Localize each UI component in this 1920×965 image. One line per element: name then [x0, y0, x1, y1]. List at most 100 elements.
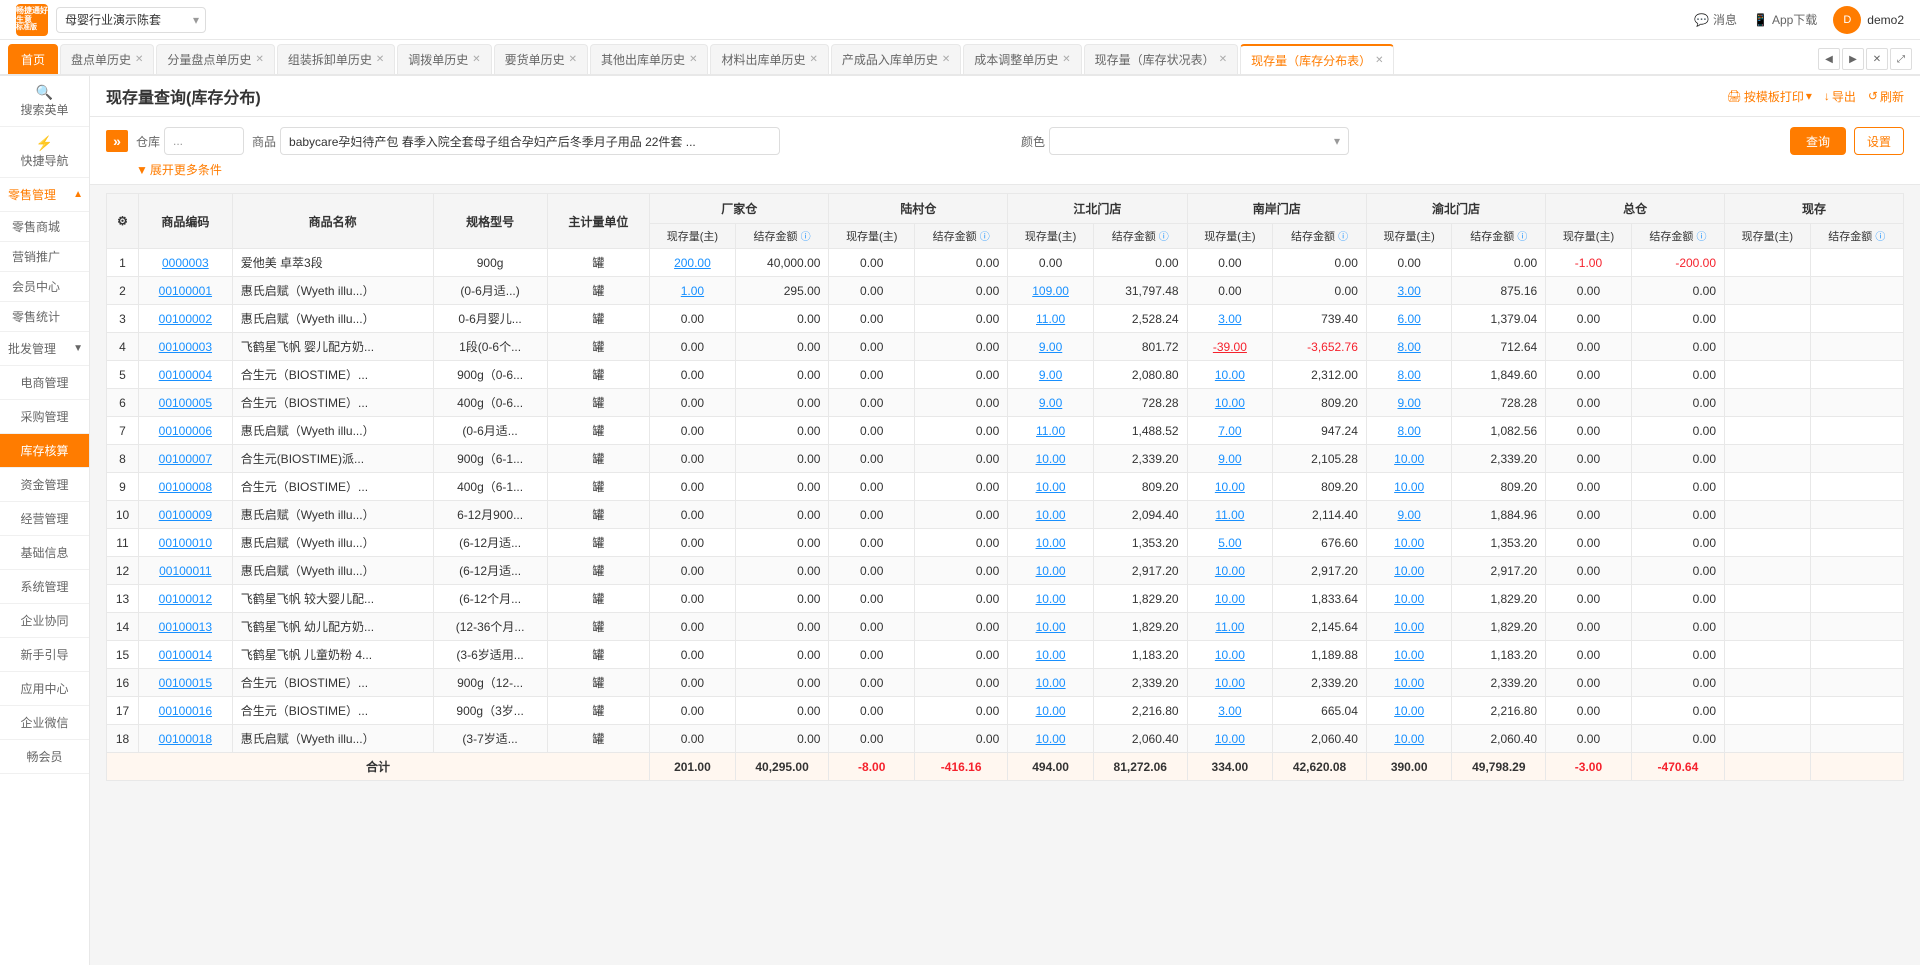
- table-cell[interactable]: 00100011: [139, 557, 233, 585]
- message-btn[interactable]: 💬 消息: [1694, 11, 1737, 28]
- warehouse-input[interactable]: ...: [164, 127, 244, 155]
- sidebar-item-inventory[interactable]: 库存核算: [0, 434, 89, 468]
- table-cell[interactable]: 00100001: [139, 277, 233, 305]
- table-cell[interactable]: 10.00: [1366, 697, 1452, 725]
- goods-input[interactable]: babycare孕妇待产包 春季入院全套母子组合孕妇产后冬季月子用品 22件套 …: [280, 127, 780, 155]
- table-cell[interactable]: 0.00: [829, 585, 915, 613]
- close-icon[interactable]: ✕: [942, 54, 950, 65]
- tab-transfer[interactable]: 调拨单历史✕: [397, 44, 491, 74]
- table-cell[interactable]: 0.00: [829, 277, 915, 305]
- table-cell[interactable]: 0.00: [650, 473, 736, 501]
- sidebar-item-retail-shop[interactable]: 零售商城: [0, 212, 89, 242]
- table-cell[interactable]: 00100004: [139, 361, 233, 389]
- sidebar-item-basic[interactable]: 基础信息: [0, 536, 89, 570]
- tab-close-all-btn[interactable]: ✕: [1866, 48, 1888, 70]
- table-cell[interactable]: 10.00: [1187, 641, 1273, 669]
- table-cell[interactable]: 10.00: [1366, 641, 1452, 669]
- table-cell[interactable]: 10.00: [1008, 613, 1094, 641]
- table-cell[interactable]: 10.00: [1008, 669, 1094, 697]
- table-cell[interactable]: 0.00: [650, 361, 736, 389]
- table-cell[interactable]: 10.00: [1008, 557, 1094, 585]
- table-cell[interactable]: 0.00: [1187, 277, 1273, 305]
- close-icon[interactable]: ✕: [1062, 54, 1070, 65]
- sidebar-item-apps[interactable]: 应用中心: [0, 672, 89, 706]
- table-cell[interactable]: 10.00: [1187, 557, 1273, 585]
- table-cell[interactable]: 0.00: [650, 669, 736, 697]
- table-cell[interactable]: 10.00: [1366, 613, 1452, 641]
- close-icon[interactable]: ✕: [689, 54, 697, 65]
- tab-home[interactable]: 首页: [8, 44, 58, 74]
- table-cell[interactable]: 10.00: [1187, 361, 1273, 389]
- color-input[interactable]: ▾: [1049, 127, 1349, 155]
- table-cell[interactable]: 0.00: [650, 389, 736, 417]
- table-cell[interactable]: 0.00: [829, 669, 915, 697]
- table-cell[interactable]: -39.00: [1187, 333, 1273, 361]
- user-avatar[interactable]: D demo2: [1833, 6, 1904, 34]
- sidebar-item-purchase[interactable]: 采购管理: [0, 400, 89, 434]
- tab-material-out[interactable]: 材料出库单历史✕: [710, 44, 828, 74]
- table-cell[interactable]: 9.00: [1366, 501, 1452, 529]
- close-icon[interactable]: ✕: [1219, 54, 1227, 65]
- table-cell[interactable]: 0.00: [650, 501, 736, 529]
- sidebar-item-search[interactable]: 🔍 搜索英单: [0, 76, 89, 127]
- table-cell[interactable]: 10.00: [1187, 725, 1273, 753]
- table-cell[interactable]: 3.00: [1366, 277, 1452, 305]
- table-cell[interactable]: 0.00: [829, 249, 915, 277]
- table-cell[interactable]: 0.00: [829, 417, 915, 445]
- sidebar-item-finance[interactable]: 资金管理: [0, 468, 89, 502]
- table-cell[interactable]: 00100006: [139, 417, 233, 445]
- tab-branch-count[interactable]: 分量盘点单历史✕: [156, 44, 274, 74]
- table-cell[interactable]: 9.00: [1008, 333, 1094, 361]
- table-cell[interactable]: 10.00: [1366, 473, 1452, 501]
- table-cell[interactable]: 0.00: [650, 417, 736, 445]
- sidebar-item-member[interactable]: 会员中心: [0, 272, 89, 302]
- table-cell[interactable]: 00100018: [139, 725, 233, 753]
- close-icon[interactable]: ✕: [1375, 55, 1383, 66]
- tab-stock-status[interactable]: 现存量（库存状况表）✕: [1084, 44, 1238, 74]
- tab-prev-btn[interactable]: ◀: [1818, 48, 1840, 70]
- sidebar-item-marketing[interactable]: 营销推广: [0, 242, 89, 272]
- sidebar-item-member2[interactable]: 畅会员: [0, 740, 89, 774]
- sidebar-item-ecommerce[interactable]: 电商管理: [0, 366, 89, 400]
- tab-cost-adjust[interactable]: 成本调整单历史✕: [963, 44, 1081, 74]
- table-cell[interactable]: 8.00: [1366, 361, 1452, 389]
- table-cell[interactable]: 0.00: [829, 641, 915, 669]
- table-cell[interactable]: 0.00: [829, 473, 915, 501]
- table-cell[interactable]: 10.00: [1008, 529, 1094, 557]
- close-icon[interactable]: ✕: [135, 54, 143, 65]
- table-cell[interactable]: 3.00: [1187, 305, 1273, 333]
- tab-expand-btn[interactable]: ⤢: [1890, 48, 1912, 70]
- sidebar-item-retail[interactable]: 零售管理 ▲: [0, 178, 89, 212]
- table-cell[interactable]: 0.00: [650, 641, 736, 669]
- table-cell[interactable]: 10.00: [1187, 473, 1273, 501]
- table-cell[interactable]: 0.00: [829, 361, 915, 389]
- industry-dropdown[interactable]: 母婴行业演示陈套 ▾: [56, 7, 206, 33]
- app-download-btn[interactable]: 📱 App下载: [1753, 11, 1817, 28]
- table-cell[interactable]: 10.00: [1008, 641, 1094, 669]
- table-cell[interactable]: 1.00: [650, 277, 736, 305]
- table-cell[interactable]: 9.00: [1008, 389, 1094, 417]
- table-cell[interactable]: 00100005: [139, 389, 233, 417]
- table-cell[interactable]: 10.00: [1366, 445, 1452, 473]
- tab-other-out[interactable]: 其他出库单历史✕: [590, 44, 708, 74]
- table-cell[interactable]: 9.00: [1008, 361, 1094, 389]
- table-cell[interactable]: 00100014: [139, 641, 233, 669]
- table-cell[interactable]: 0.00: [1187, 249, 1273, 277]
- close-icon[interactable]: ✕: [376, 54, 384, 65]
- table-cell[interactable]: 10.00: [1366, 725, 1452, 753]
- table-cell[interactable]: 0.00: [829, 529, 915, 557]
- sidebar-item-wholesale[interactable]: 批发管理 ▼: [0, 332, 89, 366]
- tab-product-in[interactable]: 产成品入库单历史✕: [831, 44, 961, 74]
- sidebar-item-wechat[interactable]: 企业微信: [0, 706, 89, 740]
- table-cell[interactable]: 0.00: [650, 305, 736, 333]
- table-cell[interactable]: 0.00: [650, 445, 736, 473]
- export-btn[interactable]: ↓ 导出: [1824, 88, 1856, 105]
- th-settings[interactable]: ⚙: [107, 194, 139, 249]
- table-cell[interactable]: 0.00: [650, 585, 736, 613]
- table-cell[interactable]: 10.00: [1187, 389, 1273, 417]
- sidebar-item-enterprise[interactable]: 企业协同: [0, 604, 89, 638]
- table-cell[interactable]: 0.00: [650, 529, 736, 557]
- table-cell[interactable]: 00100007: [139, 445, 233, 473]
- table-cell[interactable]: 0.00: [829, 613, 915, 641]
- table-cell[interactable]: 00100015: [139, 669, 233, 697]
